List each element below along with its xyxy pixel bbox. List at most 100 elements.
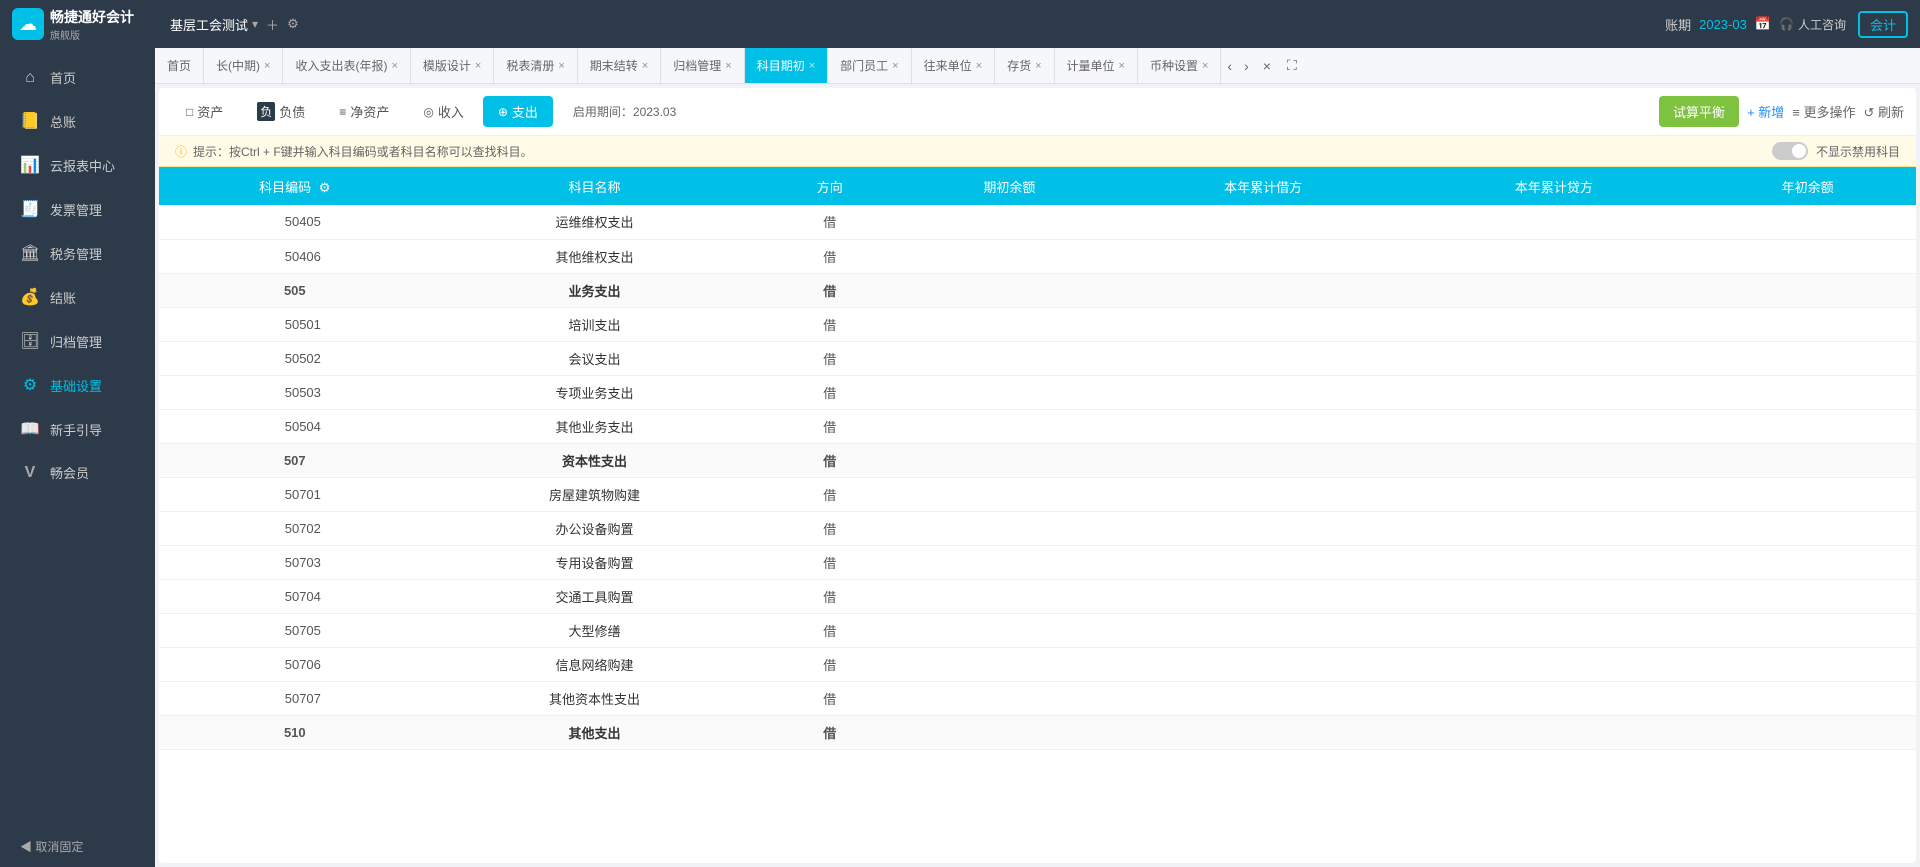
td-debit-year-8 [1118,477,1409,511]
table-row[interactable]: 50406 其他维权支出 借 [159,239,1916,273]
tab-currency[interactable]: 币种设置 × [1138,48,1221,84]
tab-currency-close[interactable]: × [1202,60,1208,72]
refresh-btn[interactable]: ↺ 刷新 [1863,102,1904,121]
sidebar-label-guide: 新手引导 [50,420,102,439]
table-body: 50405 运维维权支出 借 50406 其他维权支出 借 505 业务支出 借… [159,205,1916,749]
td-dir-12: 借 [758,613,901,647]
tab-inventory-close[interactable]: × [1035,60,1041,72]
td-code-12: 50705 [159,613,431,647]
settings-gear-icon[interactable]: ⚙ [287,16,299,32]
tab-unit-close[interactable]: × [1119,60,1125,72]
td-year-balance-6 [1699,409,1916,443]
tab-archive-mgmt-label: 归档管理 [673,57,721,74]
td-dir-13: 借 [758,647,901,681]
sidebar-item-reports[interactable]: 📊 云报表中心 [0,143,155,187]
sub-tab-income[interactable]: ◎ 收入 [408,96,479,127]
sidebar-item-home[interactable]: ⌂ 首页 [0,56,155,99]
tab-archive-mgmt[interactable]: 归档管理 × [661,48,744,84]
company-dropdown-arrow[interactable]: ▾ [252,17,258,31]
table-row[interactable]: 50705 大型修缮 借 [159,613,1916,647]
table-row[interactable]: 510 其他支出 借 [159,715,1916,749]
table-row[interactable]: 50703 专用设备购置 借 [159,545,1916,579]
th-balance: 期初余额 [901,167,1118,205]
sidebar-item-member[interactable]: V 畅会员 [0,451,155,494]
tab-dept-close[interactable]: × [892,60,898,72]
tab-unit[interactable]: 计量单位 × [1055,48,1138,84]
tab-expand-btn[interactable]: ⛶ [1281,48,1303,84]
td-code-14: 50707 [159,681,431,715]
table-row[interactable]: 50504 其他业务支出 借 [159,409,1916,443]
td-name-8: 房屋建筑物购建 [431,477,759,511]
tab-tax-list[interactable]: 税表清册 × [494,48,577,84]
tab-income-report-close[interactable]: × [391,60,397,72]
tab-income-report[interactable]: 收入支出表(年报) × [283,48,410,84]
sidebar-item-settings[interactable]: ⚙ 基础设置 [0,363,155,407]
sidebar-item-guide[interactable]: 📖 新手引导 [0,407,155,451]
tab-template-close[interactable]: × [475,60,481,72]
sub-nav-toolbar: □ 资产 负 负债 ≡ 净资产 ◎ 收入 [159,88,1916,136]
tab-contacts[interactable]: 往来单位 × [912,48,995,84]
tab-home[interactable]: 首页 [155,48,204,84]
collapse-label: ◀ 取消固定 [20,838,83,855]
tab-midterm[interactable]: 长(中期) × [204,48,283,84]
tab-dept[interactable]: 部门员工 × [828,48,911,84]
table-wrapper[interactable]: 科目编码 ⚙ 科目名称 方向 期初余额 本年累计借方 本年累计贷方 年初余额 [159,167,1916,863]
toggle-disabled-switch[interactable] [1772,142,1808,160]
archive-icon: 🗄 [20,331,40,351]
tab-subject-init-label: 科目期初 [757,57,805,74]
column-settings-icon[interactable]: ⚙ [319,180,331,195]
tab-subject-init[interactable]: 科目期初 × [745,48,828,84]
tax-icon: 🏛 [20,243,40,263]
table-row[interactable]: 50501 培训支出 借 [159,307,1916,341]
tab-archive-mgmt-close[interactable]: × [725,60,731,72]
table-row[interactable]: 505 业务支出 借 [159,273,1916,307]
tab-close-all-btn[interactable]: × [1255,48,1279,84]
td-name-1: 其他维权支出 [431,239,759,273]
settings-icon: ⚙ [20,375,40,395]
toggle-label: 不显示禁用科目 [1816,143,1900,160]
td-year-balance-3 [1699,307,1916,341]
more-btn[interactable]: ≡ 更多操作 [1792,102,1855,121]
tab-midterm-close[interactable]: × [264,60,270,72]
add-btn[interactable]: + 新增 [1747,102,1784,121]
sub-tab-liability[interactable]: 负 负债 [242,96,320,127]
tab-subject-init-close[interactable]: × [809,60,815,72]
sidebar-item-invoice[interactable]: 🧾 发票管理 [0,187,155,231]
table-row[interactable]: 50702 办公设备购置 借 [159,511,1916,545]
tab-tax-list-close[interactable]: × [558,60,564,72]
tab-prev-btn[interactable]: ‹ [1221,48,1238,84]
td-dir-7: 借 [758,443,901,477]
help-button[interactable]: 🎧 人工咨询 [1779,16,1846,33]
th-debit-year: 本年累计借方 [1118,167,1409,205]
sidebar-item-tax[interactable]: 🏛 税务管理 [0,231,155,275]
tab-period-end[interactable]: 期末结转 × [578,48,661,84]
account-button[interactable]: 会计 [1858,11,1908,38]
sidebar-item-archive[interactable]: 🗄 归档管理 [0,319,155,363]
tab-next-btn[interactable]: › [1238,48,1255,84]
sub-tab-expense[interactable]: ⊕ 支出 [483,96,553,127]
tab-period-end-close[interactable]: × [642,60,648,72]
table-row[interactable]: 50502 会议支出 借 [159,341,1916,375]
balance-btn[interactable]: 试算平衡 [1659,96,1739,127]
tab-inventory[interactable]: 存货 × [995,48,1054,84]
table-row[interactable]: 50704 交通工具购置 借 [159,579,1916,613]
table-row[interactable]: 50706 信息网络购建 借 [159,647,1916,681]
table-row[interactable]: 50701 房屋建筑物购建 借 [159,477,1916,511]
headset-icon: 🎧 [1779,17,1794,31]
add-company-btn[interactable]: ＋ [266,15,279,34]
tab-template[interactable]: 模版设计 × [411,48,494,84]
sidebar-collapse-btn[interactable]: ◀ 取消固定 [0,826,155,867]
sidebar-item-ledger[interactable]: 📒 总账 [0,99,155,143]
calendar-icon[interactable]: 📅 [1755,16,1771,32]
table-row[interactable]: 50503 专项业务支出 借 [159,375,1916,409]
sub-tab-asset[interactable]: □ 资产 [171,96,238,127]
table-row[interactable]: 50707 其他资本性支出 借 [159,681,1916,715]
table-row[interactable]: 507 资本性支出 借 [159,443,1916,477]
sub-tab-equity[interactable]: ≡ 净资产 [324,96,404,127]
tab-contacts-close[interactable]: × [976,60,982,72]
company-name[interactable]: 基层工会测试 ▾ ＋ ⚙ [170,15,1657,34]
td-debit-year-15 [1118,715,1409,749]
table-row[interactable]: 50405 运维维权支出 借 [159,205,1916,239]
td-dir-3: 借 [758,307,901,341]
sidebar-item-settle[interactable]: 💰 结账 [0,275,155,319]
